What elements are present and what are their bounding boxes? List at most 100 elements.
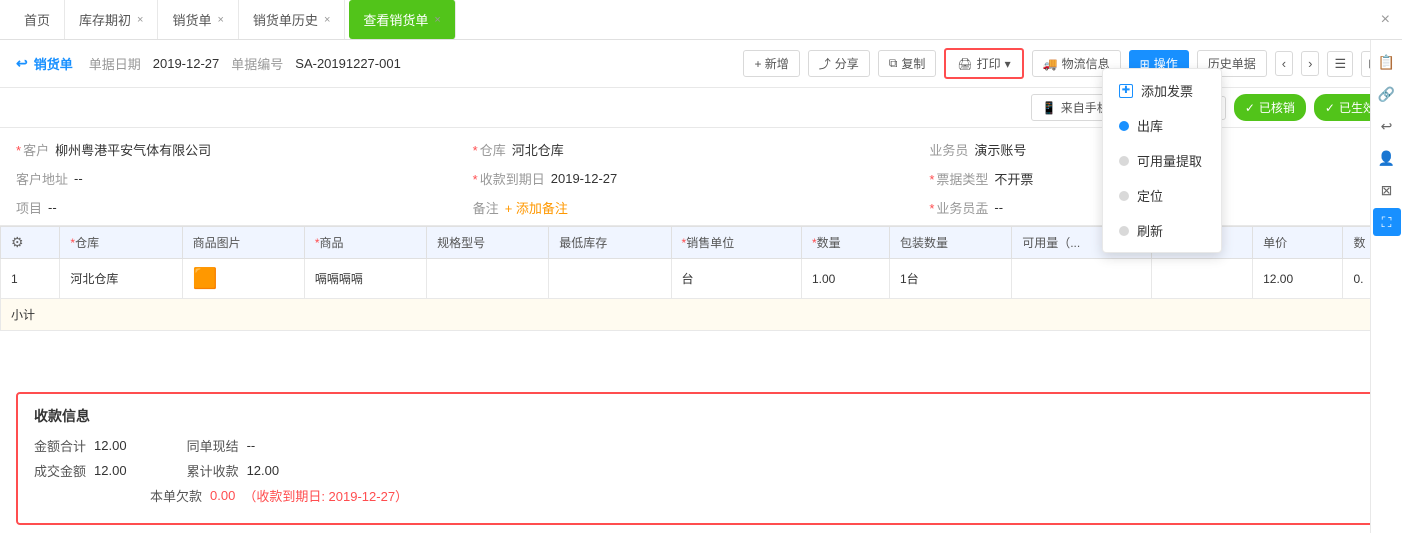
- view-list-button[interactable]: ☰: [1327, 51, 1353, 77]
- dropdown-available-qty[interactable]: 可用量提取: [1103, 143, 1221, 178]
- due-date-value: 2019-12-27: [551, 171, 618, 186]
- address-field: 客户地址 --: [16, 169, 473, 188]
- payment-row-1: 金额合计 12.00 同单现结 --: [34, 436, 1368, 455]
- payment-row-3: 本单欠款 0.00 （收款到期日: 2019-12-27）: [34, 486, 1368, 505]
- row-min-stock: [549, 259, 671, 299]
- staff-value: 演示账号: [974, 140, 1026, 159]
- sidebar-icon-user[interactable]: 👤: [1373, 144, 1401, 172]
- dropdown-locate[interactable]: 定位: [1103, 178, 1221, 213]
- deal-amount-label: 成交金额: [34, 461, 86, 480]
- dropdown-refresh[interactable]: 刷新: [1103, 213, 1221, 248]
- no-value: SA-20191227-001: [295, 56, 401, 71]
- row-price: 12.00: [1253, 259, 1343, 299]
- sidebar-icon-doc[interactable]: 📋: [1373, 48, 1401, 76]
- gear-icon: ⚙: [11, 234, 24, 250]
- cumulative-label: 累计收款: [187, 461, 239, 480]
- sidebar-icon-expand[interactable]: ⛶: [1373, 208, 1401, 236]
- address-value: --: [74, 171, 83, 186]
- tab-sales-history-close[interactable]: ×: [324, 14, 330, 26]
- outbound-dot-icon: [1119, 121, 1129, 131]
- warehouse-label: 仓库: [473, 140, 506, 159]
- row-available: [1012, 259, 1152, 299]
- nav-next-button[interactable]: ›: [1301, 51, 1319, 76]
- phone-icon: 📱: [1042, 101, 1057, 115]
- row-stock: [1152, 259, 1253, 299]
- print-highlight: 🖨 打印 ▾: [944, 48, 1023, 79]
- col-min-stock: 最低库存: [549, 227, 671, 259]
- dropdown-outbound[interactable]: 出库: [1103, 108, 1221, 143]
- copy-button[interactable]: ⧉ 复制: [878, 50, 937, 77]
- toolbar: + 新增 ⤴ 分享 ⧉ 复制 🖨 打印 ▾ 🚚: [743, 48, 1386, 79]
- operation-dropdown: ✚ 添加发票 出库 可用量提取 定位 刷新: [1102, 68, 1222, 253]
- payment-row-2: 成交金额 12.00 累计收款 12.00: [34, 461, 1368, 480]
- col-image: 商品图片: [182, 227, 304, 259]
- refresh-dot-icon: [1119, 226, 1129, 236]
- due-date-field: 收款到期日 2019-12-27: [473, 169, 930, 188]
- doc-title: ↩ 销货单: [16, 54, 73, 73]
- new-button[interactable]: + 新增: [743, 50, 799, 77]
- nav-prev-button[interactable]: ‹: [1275, 51, 1293, 76]
- balance-note: （收款到期日: 2019-12-27）: [243, 486, 408, 505]
- payment-info-title: 收款信息: [34, 406, 1368, 426]
- row-qty: 1.00: [802, 259, 890, 299]
- tab-bar: 首页 库存期初 × 销货单 × 销货单历史 × 查看销货单 × ×: [0, 0, 1402, 40]
- available-qty-dot-icon: [1119, 156, 1129, 166]
- tab-sales-history[interactable]: 销货单历史 ×: [239, 0, 345, 39]
- staff2-value: --: [994, 200, 1003, 215]
- row-pkg-qty: 1台: [889, 259, 1011, 299]
- logistics-icon: 🚚: [1043, 57, 1058, 71]
- col-product: *商品: [304, 227, 426, 259]
- no-label: 单据编号: [231, 54, 283, 73]
- subtotal-row: 小计: [1, 299, 1402, 331]
- share-button[interactable]: ⤴ 分享: [808, 50, 870, 77]
- window-close-button[interactable]: ×: [1381, 11, 1390, 29]
- tab-view-sales[interactable]: 查看销货单 ×: [349, 0, 455, 39]
- locate-dot-icon: [1119, 191, 1129, 201]
- row-image: 🟧: [182, 259, 304, 299]
- total-amount-label: 金额合计: [34, 436, 86, 455]
- print-icon: 🖨: [957, 57, 972, 71]
- warehouse-value: 河北仓库: [512, 140, 564, 159]
- project-value: --: [48, 200, 57, 215]
- table-row: 1 河北仓库 🟧 嗝嗝嗝嗝 台 1.00 1台 12.00 0.: [1, 259, 1402, 299]
- cumulative-field: 累计收款 12.00: [187, 461, 280, 480]
- right-sidebar: 📋 🔗 ↩ 👤 ⊠ ⛶: [1370, 40, 1402, 533]
- print-button[interactable]: 🖨 打印 ▾: [947, 51, 1020, 76]
- row-warehouse: 河北仓库: [60, 259, 182, 299]
- row-spec: [427, 259, 549, 299]
- col-price: 单价: [1253, 227, 1343, 259]
- sidebar-icon-return[interactable]: ↩: [1373, 112, 1401, 140]
- same-order-field: 同单现结 --: [187, 436, 256, 455]
- tab-sales[interactable]: 销货单 ×: [158, 0, 238, 39]
- verified-icon: ✓: [1245, 101, 1255, 115]
- staff2-label: 业务员盂: [929, 198, 988, 217]
- balance-label: 本单欠款: [150, 486, 202, 505]
- tab-sales-close[interactable]: ×: [217, 14, 223, 26]
- doc-icon: ↩: [16, 55, 28, 72]
- project-field: 项目 --: [16, 198, 473, 217]
- date-label: 单据日期: [89, 54, 141, 73]
- add-note-button[interactable]: + 添加备注: [505, 198, 568, 217]
- subtotal-label: 小计: [1, 299, 1402, 331]
- customer-label: 客户: [16, 140, 49, 159]
- col-pkg-qty: 包装数量: [889, 227, 1011, 259]
- customer-value: 柳州粤港平安气体有限公司: [55, 140, 211, 159]
- sidebar-icon-grid[interactable]: ⊠: [1373, 176, 1401, 204]
- verified-button[interactable]: ✓ 已核销: [1234, 94, 1306, 121]
- tab-inventory-close[interactable]: ×: [137, 14, 143, 26]
- row-product: 嗝嗝嗝嗝: [304, 259, 426, 299]
- col-unit: *销售单位: [671, 227, 801, 259]
- tab-inventory[interactable]: 库存期初 ×: [65, 0, 158, 39]
- customer-field: 客户 柳州粤港平安气体有限公司: [16, 140, 473, 159]
- tab-home[interactable]: 首页: [10, 0, 65, 39]
- tab-view-sales-close[interactable]: ×: [434, 14, 440, 26]
- col-warehouse: *仓库: [60, 227, 182, 259]
- total-amount-field: 金额合计 12.00: [34, 436, 127, 455]
- payment-info-box: 收款信息 金额合计 12.00 同单现结 -- 成交金额 12.00 累计收款: [16, 392, 1386, 525]
- dropdown-add-invoice[interactable]: ✚ 添加发票: [1103, 73, 1221, 108]
- sidebar-icon-link[interactable]: 🔗: [1373, 80, 1401, 108]
- address-label: 客户地址: [16, 169, 68, 188]
- balance-value: 0.00: [210, 488, 235, 503]
- doc-meta: 单据日期 2019-12-27 单据编号 SA-20191227-001: [89, 54, 401, 73]
- add-invoice-icon: ✚: [1119, 84, 1133, 98]
